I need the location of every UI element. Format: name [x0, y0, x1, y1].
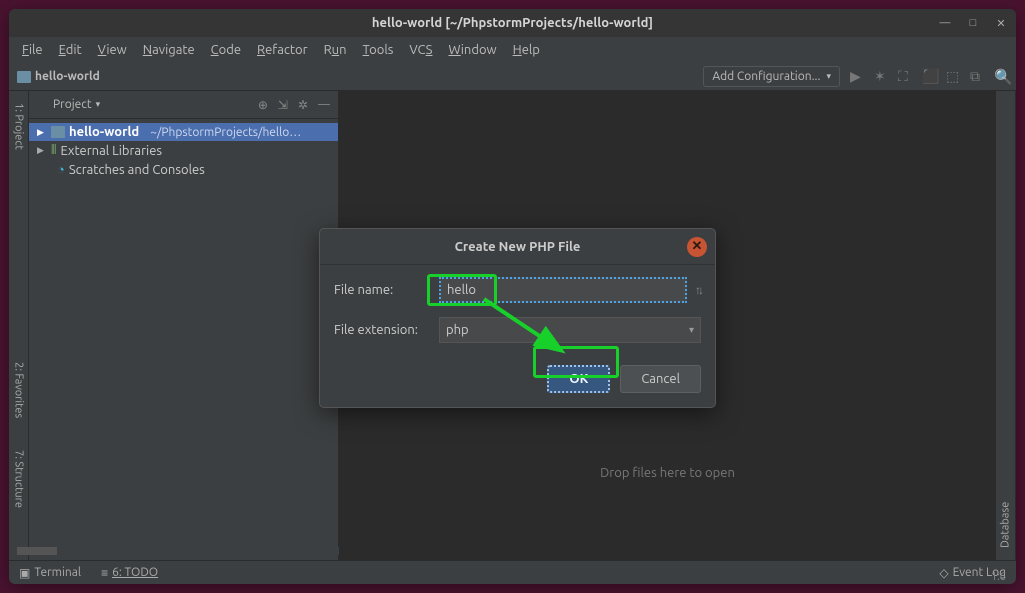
menu-help[interactable]: Help [506, 41, 547, 59]
drop-hint: Drop files here to open [600, 466, 735, 480]
coverage-icon[interactable]: ⛶ [898, 70, 912, 84]
menu-refactor[interactable]: Refactor [250, 41, 315, 59]
window-title: hello-world [~/PhpstormProjects/hello-wo… [372, 16, 653, 30]
gutter-structure-tab[interactable]: 7: Structure [9, 444, 28, 514]
statusbar-terminal[interactable]: ▣ Terminal [19, 566, 81, 580]
project-panel: Project ▾ ⊕ ⇲ ✲ — ▶ hello-world ~/Phpsto… [29, 91, 339, 560]
statusbar-todo[interactable]: ≡ 6: TODO [101, 566, 158, 580]
tree-path: ~/PhpstormProjects/hello… [150, 126, 301, 139]
menu-bar: File Edit View Navigate Code Refactor Ru… [9, 37, 1016, 63]
locate-icon[interactable]: ⊕ [258, 98, 268, 112]
filename-label: File name: [334, 283, 439, 297]
gutter-favorites-tab[interactable]: 2: Favorites [9, 356, 28, 424]
menu-tools[interactable]: Tools [356, 41, 401, 59]
tree-item-external-libraries[interactable]: ▶ ⫴ External Libraries [29, 141, 338, 160]
debug-icon[interactable]: ✶ [874, 70, 888, 84]
right-gutter: Database [996, 91, 1016, 560]
run-configuration-button[interactable]: Add Configuration... [703, 66, 840, 87]
tree-item-scratches[interactable]: ◔ Scratches and Consoles [29, 160, 338, 179]
filename-input[interactable] [439, 277, 687, 303]
expand-icon[interactable]: ⇲ [278, 98, 288, 112]
search-everywhere-icon[interactable]: 🔍 [994, 70, 1008, 84]
window-icon[interactable]: ⧉ [970, 70, 984, 84]
scratch-icon: ◔ [57, 162, 65, 177]
window-titlebar: hello-world [~/PhpstormProjects/hello-wo… [9, 9, 1016, 37]
menu-file[interactable]: File [15, 41, 50, 59]
expand-arrow-icon[interactable]: ▶ [37, 145, 47, 156]
menu-code[interactable]: Code [204, 41, 248, 59]
expand-arrow-icon[interactable]: ▶ [37, 127, 47, 138]
dialog-title: Create New PHP File [455, 240, 581, 254]
folder-icon [17, 71, 31, 83]
menu-view[interactable]: View [91, 41, 134, 59]
hide-icon[interactable]: — [318, 98, 330, 112]
tree-item-project-root[interactable]: ▶ hello-world ~/PhpstormProjects/hello… [29, 123, 338, 141]
status-bar: ▣ Terminal ≡ 6: TODO ◇ Event Log [9, 560, 1016, 584]
extension-label: File extension: [334, 323, 439, 337]
menu-window[interactable]: Window [441, 41, 503, 59]
settings-icon[interactable]: ✲ [298, 98, 308, 112]
gutter-database-tab[interactable]: Database [996, 496, 1015, 554]
menu-navigate[interactable]: Navigate [136, 41, 202, 59]
project-view-selector[interactable]: Project ▾ [37, 98, 100, 111]
menu-edit[interactable]: Edit [52, 41, 89, 59]
menu-vcs[interactable]: VCS [402, 41, 439, 59]
breadcrumb[interactable]: hello-world [17, 70, 100, 83]
extension-select[interactable]: php [439, 317, 701, 343]
ok-button[interactable]: OK [547, 365, 610, 393]
close-window-button[interactable]: ✕ [994, 16, 1008, 30]
gutter-project-tab[interactable]: 1: Project [9, 97, 28, 156]
tree-label: Scratches and Consoles [69, 163, 205, 177]
folder-icon [51, 126, 65, 138]
extension-value: php [446, 323, 469, 337]
create-file-dialog: Create New PHP File ✕ File name: ↑↓ File… [319, 228, 716, 408]
cancel-button[interactable]: Cancel [620, 365, 701, 393]
stop-icon[interactable]: ⬛ [922, 70, 936, 84]
dialog-close-button[interactable]: ✕ [687, 237, 707, 257]
tree-label: hello-world [69, 125, 139, 139]
tree-label: External Libraries [60, 144, 162, 158]
editor-position: 1:6 [991, 571, 1006, 583]
vcs-icon[interactable]: ⬚ [946, 70, 960, 84]
menu-run[interactable]: Run [317, 41, 354, 59]
maximize-button[interactable]: □ [966, 16, 980, 30]
minimize-button[interactable]: — [938, 16, 952, 30]
sort-icon[interactable]: ↑↓ [695, 283, 701, 297]
run-icon[interactable]: ▶ [850, 70, 864, 84]
project-tree: ▶ hello-world ~/PhpstormProjects/hello… … [29, 119, 338, 560]
library-icon: ⫴ [51, 143, 56, 158]
breadcrumb-text: hello-world [35, 70, 100, 83]
run-config-label: Add Configuration... [712, 70, 820, 83]
left-gutter: 1: Project 2: Favorites 7: Structure [9, 91, 29, 560]
nav-toolbar: hello-world Add Configuration... ▶ ✶ ⛶ ⬛… [9, 63, 1016, 91]
folder-icon [37, 100, 49, 110]
project-view-label: Project [53, 98, 92, 111]
